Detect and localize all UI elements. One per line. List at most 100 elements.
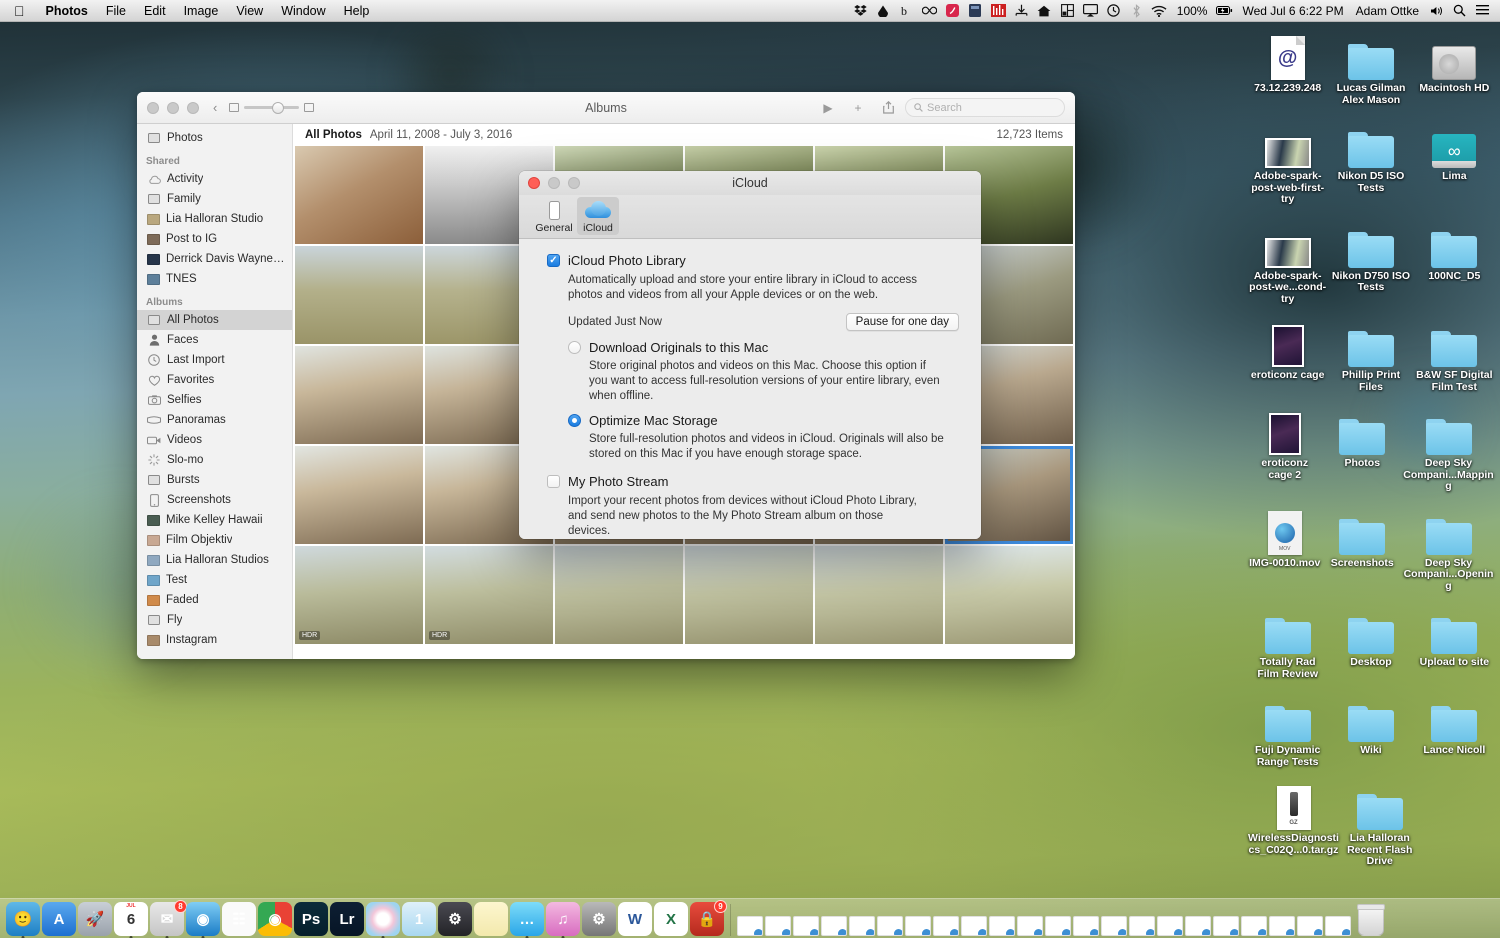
my-photo-stream-row[interactable]: My Photo Stream bbox=[547, 474, 959, 489]
menu-view[interactable]: View bbox=[227, 0, 272, 22]
desktop-icon[interactable]: Nikon D5 ISO Tests bbox=[1329, 110, 1412, 210]
app-store-icon[interactable]: A bbox=[42, 902, 76, 936]
itunes-icon[interactable]: ♫ bbox=[546, 902, 580, 938]
back-button[interactable]: ‹ bbox=[207, 100, 223, 115]
notes-icon[interactable] bbox=[474, 902, 508, 936]
system-preferences-icon[interactable]: ⚙ bbox=[582, 902, 616, 936]
photo-thumbnail[interactable] bbox=[295, 246, 423, 344]
dock-minimized-window[interactable] bbox=[793, 916, 819, 936]
desktop-icon[interactable]: eroticonz cage bbox=[1246, 309, 1329, 397]
sidebar-item-slo-mo[interactable]: Slo-mo bbox=[137, 450, 292, 470]
hazel-icon[interactable] bbox=[964, 0, 987, 22]
battery-icon[interactable] bbox=[1213, 0, 1236, 22]
dock-minimized-window[interactable] bbox=[1297, 916, 1323, 936]
photo-thumbnail[interactable] bbox=[295, 446, 423, 544]
spotlight-search-icon[interactable] bbox=[1448, 0, 1471, 22]
dock-minimized-window[interactable] bbox=[1073, 916, 1099, 936]
menu-file[interactable]: File bbox=[97, 0, 135, 22]
dock-minimized-window[interactable] bbox=[737, 916, 763, 936]
icloud-preferences-dialog[interactable]: iCloud General iCloud iCloud Photo Libra… bbox=[519, 171, 981, 539]
notification-center-icon[interactable] bbox=[1471, 0, 1494, 22]
dock-minimized-window[interactable] bbox=[1045, 916, 1071, 936]
dock-minimized-window[interactable] bbox=[905, 916, 931, 936]
dock-minimized-window[interactable] bbox=[765, 916, 791, 936]
sidebar-item-screenshots[interactable]: Screenshots bbox=[137, 490, 292, 510]
desktop-icon[interactable]: MOV IMG-0010.mov bbox=[1246, 497, 1324, 597]
desktop-icon[interactable]: eroticonz cage 2 bbox=[1246, 397, 1324, 497]
desktop-icon[interactable]: Lia Halloran Recent Flash Drive bbox=[1341, 772, 1419, 872]
close-button[interactable] bbox=[147, 101, 159, 114]
desktop-icon[interactable]: Adobe-spark-post-we...cond-try bbox=[1246, 210, 1329, 310]
desktop-icon[interactable]: B&W SF Digital Film Test bbox=[1413, 309, 1496, 397]
desktop-icon[interactable]: Totally Rad Film Review bbox=[1246, 596, 1329, 684]
sidebar-item-selfies[interactable]: Selfies bbox=[137, 390, 292, 410]
sketch-icon[interactable] bbox=[941, 0, 964, 22]
thumbnail-large-icon[interactable] bbox=[304, 103, 315, 112]
grid-icon[interactable] bbox=[1056, 0, 1079, 22]
minimize-button[interactable] bbox=[167, 101, 179, 114]
bartender-icon[interactable]: b bbox=[895, 0, 918, 22]
desktop-icon[interactable]: Photos bbox=[1324, 397, 1402, 497]
desktop-icon[interactable]: Wiki bbox=[1329, 684, 1412, 772]
lightroom-icon[interactable]: Lr bbox=[330, 902, 364, 936]
photo-thumbnail[interactable] bbox=[555, 546, 683, 644]
airplay-icon[interactable] bbox=[1079, 0, 1102, 22]
icloud-photo-library-checkbox[interactable] bbox=[547, 254, 560, 267]
photo-thumbnail[interactable]: HDR bbox=[295, 546, 423, 644]
messages-icon[interactable]: … bbox=[510, 902, 544, 938]
word-icon[interactable]: W bbox=[618, 902, 652, 936]
sidebar-item-favorites[interactable]: Favorites bbox=[137, 370, 292, 390]
dock-minimized-window[interactable] bbox=[1185, 916, 1211, 936]
settings-gear-icon[interactable]: ⚙ bbox=[438, 902, 472, 936]
photo-thumbnail[interactable] bbox=[945, 546, 1073, 644]
photoshop-icon[interactable]: Ps bbox=[294, 902, 328, 936]
desktop-icon[interactable]: Deep Sky Compani...Opening bbox=[1401, 497, 1496, 597]
home-icon[interactable] bbox=[1033, 0, 1056, 22]
volume-icon[interactable] bbox=[1425, 0, 1448, 22]
sidebar-item-videos[interactable]: Videos bbox=[137, 430, 292, 450]
dock-minimized-window[interactable] bbox=[1017, 916, 1043, 936]
istatmenus-icon[interactable] bbox=[987, 0, 1010, 22]
download-icon[interactable] bbox=[1010, 0, 1033, 22]
launchpad-icon[interactable]: 🚀 bbox=[78, 902, 112, 936]
thumbnail-zoom-slider[interactable] bbox=[229, 101, 315, 114]
desktop-icon[interactable]: Nikon D750 ISO Tests bbox=[1329, 210, 1412, 310]
dock-minimized-window[interactable] bbox=[1269, 916, 1295, 936]
sidebar-item-test[interactable]: Test bbox=[137, 570, 292, 590]
calendar-icon[interactable]: 6 JUL bbox=[114, 902, 148, 938]
my-photo-stream-checkbox[interactable] bbox=[547, 475, 560, 488]
onepassword-icon[interactable]: 1 bbox=[402, 902, 436, 936]
desktop-icon[interactable]: @73.12.239.248 bbox=[1246, 22, 1329, 110]
slideshow-play-icon[interactable]: ▶ bbox=[815, 98, 841, 118]
desktop-icon[interactable]: ∞ Lima bbox=[1413, 110, 1496, 210]
clock-label[interactable]: Wed Jul 6 6:22 PM bbox=[1236, 0, 1349, 22]
onepassword-lock-icon[interactable]: 🔒 9 bbox=[690, 900, 727, 936]
sidebar-item-faded[interactable]: Faded bbox=[137, 590, 292, 610]
timemachine-icon[interactable] bbox=[1102, 0, 1125, 22]
sidebar-item-instagram[interactable]: Instagram bbox=[137, 630, 292, 650]
menu-photos[interactable]: Photos bbox=[37, 0, 97, 22]
desktop-icon[interactable]: Lucas Gilman Alex Mason bbox=[1329, 22, 1412, 110]
desktop-icon[interactable]: Upload to site bbox=[1413, 596, 1496, 684]
photo-thumbnail[interactable] bbox=[295, 146, 423, 244]
bluetooth-icon[interactable] bbox=[1125, 0, 1148, 22]
sidebar-item-lia-halloran-studios[interactable]: Lia Halloran Studios bbox=[137, 550, 292, 570]
share-icon[interactable] bbox=[875, 98, 901, 118]
finder-icon[interactable]: 🙂 bbox=[6, 902, 40, 938]
sidebar-item-film-objektiv[interactable]: Film Objektiv bbox=[137, 530, 292, 550]
dock-minimized-window[interactable] bbox=[849, 916, 875, 936]
photo-thumbnail[interactable] bbox=[295, 346, 423, 444]
window-controls[interactable] bbox=[147, 101, 199, 114]
dock-minimized-window[interactable] bbox=[1213, 916, 1239, 936]
chrome-icon[interactable]: ◉ bbox=[258, 902, 292, 936]
pause-for-one-day-button[interactable]: Pause for one day bbox=[845, 313, 959, 331]
desktop-icon[interactable]: Deep Sky Compani...Mapping bbox=[1401, 397, 1496, 497]
photo-thumbnail[interactable] bbox=[815, 546, 943, 644]
desktop-icon[interactable]: Adobe-spark-post-web-first-try bbox=[1246, 110, 1329, 210]
desktop-icon[interactable]: Screenshots bbox=[1324, 497, 1402, 597]
dock-minimized-window[interactable] bbox=[989, 916, 1015, 936]
grid-app-icon[interactable]: ☷ bbox=[222, 902, 256, 936]
sidebar-item-mike-kelley-hawaii[interactable]: Mike Kelley Hawaii bbox=[137, 510, 292, 530]
dock-minimized-window[interactable] bbox=[933, 916, 959, 936]
download-originals-row[interactable]: Download Originals to this Mac bbox=[568, 340, 959, 355]
